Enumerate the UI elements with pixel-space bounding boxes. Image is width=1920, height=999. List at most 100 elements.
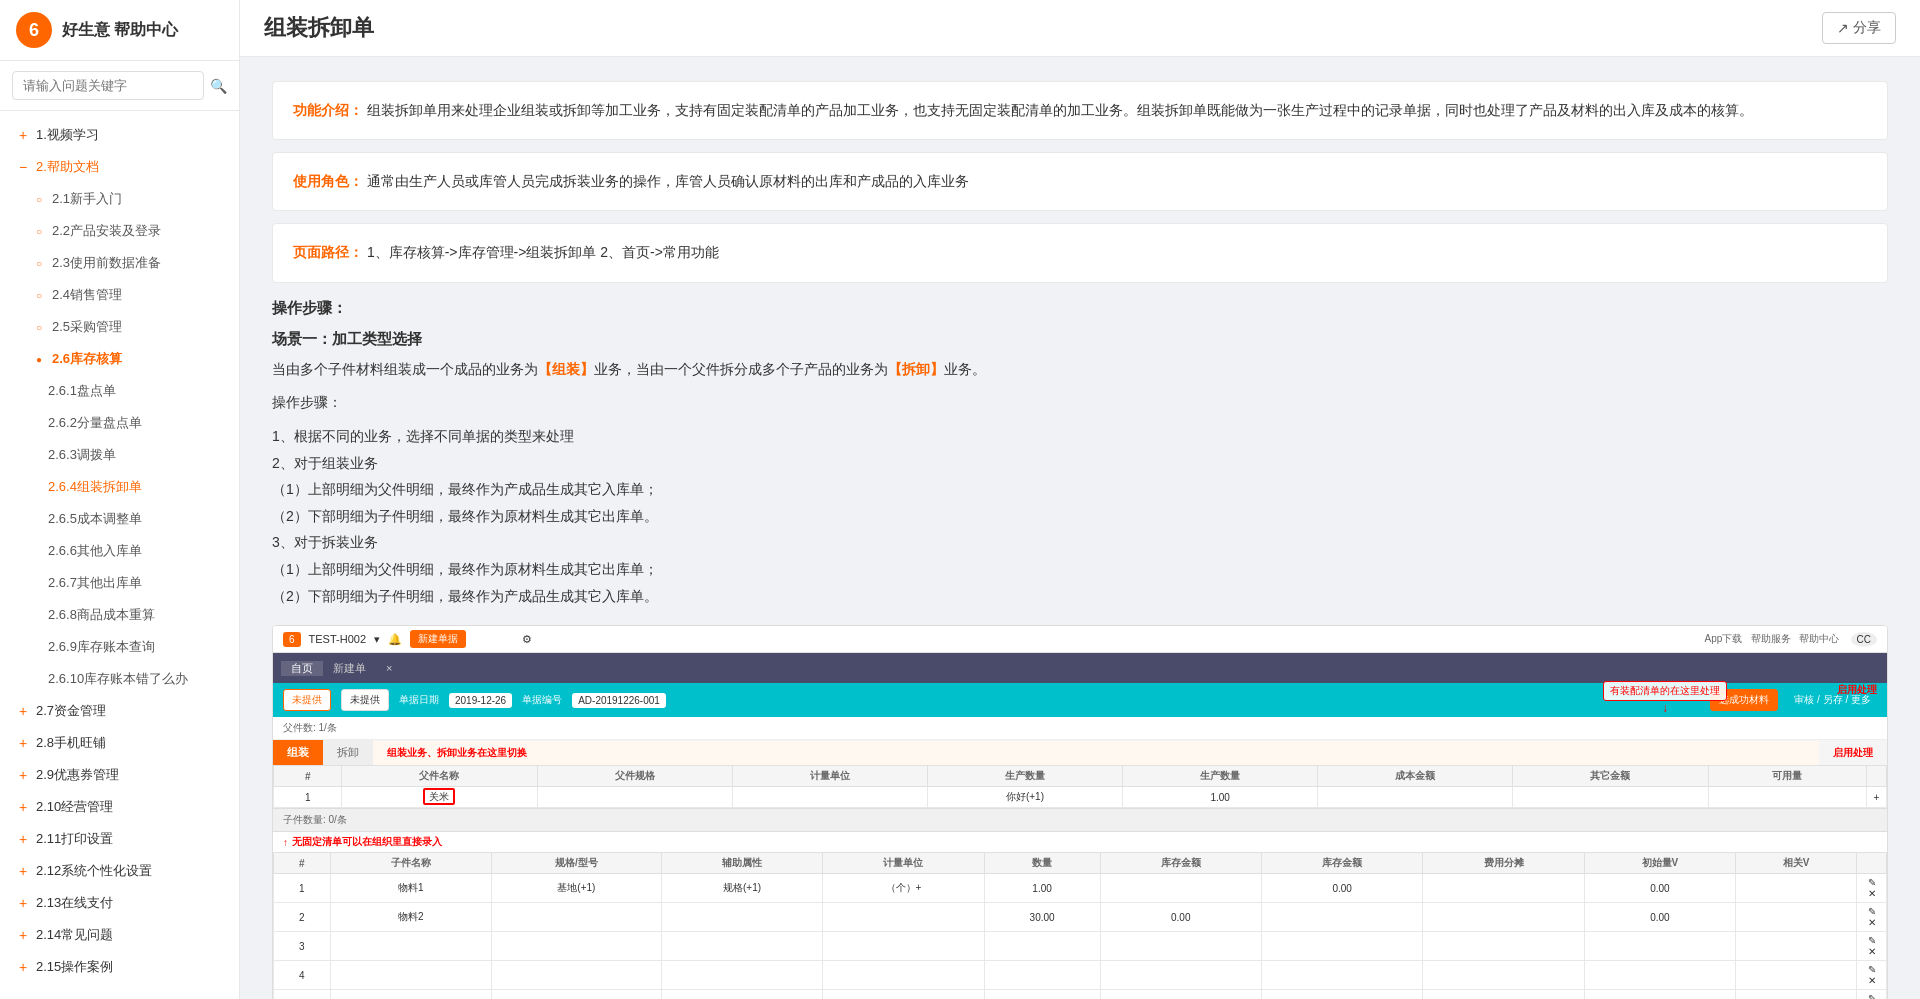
- plus-icon: [16, 896, 30, 910]
- app-titlebar-right: App下载 帮助服务 帮助中心 CC: [1705, 632, 1877, 647]
- sidebar-item-ops[interactable]: 2.10经营管理: [0, 791, 239, 823]
- cell-action[interactable]: +: [1867, 787, 1887, 808]
- col-cost-amount: 成本金额: [1318, 766, 1513, 787]
- app-id: TEST-H002: [309, 633, 366, 645]
- search-box: 🔍: [0, 61, 239, 111]
- search-icon[interactable]: 🔍: [210, 78, 227, 94]
- sidebar-item-transfer[interactable]: 2.6.3调拨单: [0, 439, 239, 471]
- scenario1-title: 场景一：加工类型选择: [272, 330, 1888, 349]
- app-tab-assemble[interactable]: 组装: [273, 740, 323, 765]
- sidebar-item-error[interactable]: 2.6.10库存账本错了么办: [0, 663, 239, 695]
- app-btn-undefined1[interactable]: 未提供: [283, 689, 331, 711]
- date-value: 2019-12-26: [449, 693, 512, 708]
- sidebar-item-faq[interactable]: 2.14常见问题: [0, 919, 239, 951]
- app-mock: 6 TEST-H002 ▾ 🔔 新建单据 ⚙ App下载 帮助服务 帮助中心 C…: [273, 626, 1887, 999]
- sidebar-item-coupon[interactable]: 2.9优惠券管理: [0, 759, 239, 791]
- app-lower-table-header: 子件数量: 0/条: [273, 808, 1887, 832]
- minus-icon: [16, 160, 30, 174]
- sidebar-item-cases[interactable]: 2.15操作案例: [0, 951, 239, 983]
- sidebar-item-out-other[interactable]: 2.6.7其他出库单: [0, 567, 239, 599]
- sidebar-item-newbie[interactable]: 2.1新手入门: [0, 183, 239, 215]
- annotation-no-bom: ↑ 无固定清单可以在组织里直接录入: [273, 832, 1887, 852]
- app-tab-disassemble[interactable]: 拆卸: [323, 740, 373, 765]
- date-label: 单据日期: [399, 693, 439, 707]
- annotation-text-2: 启用处理: [1837, 683, 1877, 697]
- app-btn-undefined2[interactable]: 未提供: [341, 689, 389, 711]
- app-navbar: 自页 新建单 ×: [273, 653, 1887, 683]
- sidebar-item-portion[interactable]: 2.6.2分量盘点单: [0, 407, 239, 439]
- dot-icon: [32, 288, 46, 302]
- search-input[interactable]: [12, 71, 204, 100]
- sidebar-item-assemble[interactable]: 2.6.4组装拆卸单: [0, 471, 239, 503]
- sidebar-item-online-pay[interactable]: 2.13在线支付: [0, 887, 239, 919]
- table-row: 1 关米 你好(+1) 1.00: [274, 787, 1887, 808]
- col2-sub-name: 子件名称: [330, 853, 491, 874]
- col2-spec: 规格/型号: [491, 853, 661, 874]
- plus-icon: [16, 128, 30, 142]
- app-lower-table-container: # 子件名称 规格/型号 辅助属性 计量单位 数量 库存金额 库存金额 费用分摊…: [273, 852, 1887, 999]
- table-row: 5✎ ✕: [274, 990, 1887, 999]
- sidebar-item-capital[interactable]: 2.7资金管理: [0, 695, 239, 727]
- sidebar-item-inventory[interactable]: 2.6库存核算: [0, 343, 239, 375]
- sidebar-item-check[interactable]: 2.6.1盘点单: [0, 375, 239, 407]
- dot-icon: [32, 320, 46, 334]
- dot-icon: [32, 192, 46, 206]
- cell-num: 1: [274, 787, 342, 808]
- col-other-amount: 其它金额: [1513, 766, 1708, 787]
- col-produce-qty2: 生产数量: [1123, 766, 1318, 787]
- doc-label: 单据编号: [522, 693, 562, 707]
- sidebar-item-in-other[interactable]: 2.6.6其他入库单: [0, 535, 239, 567]
- col-parent-spec: 父件规格: [537, 766, 732, 787]
- cell-cost: [1318, 787, 1513, 808]
- plus-icon: [16, 736, 30, 750]
- share-icon: ↗: [1837, 20, 1849, 36]
- role-label: 使用角色：: [293, 173, 363, 189]
- cell-qty1: 你好(+1): [927, 787, 1122, 808]
- sidebar-item-cost[interactable]: 2.6.5成本调整单: [0, 503, 239, 535]
- annotation-enable-2: 启用处理: [1819, 741, 1887, 765]
- sidebar-item-cost-calc[interactable]: 2.6.8商品成本重算: [0, 599, 239, 631]
- sidebar-item-purchase[interactable]: 2.5采购管理: [0, 311, 239, 343]
- col2-init: 初始量V: [1584, 853, 1735, 874]
- app-settings-icon: ⚙: [522, 633, 532, 646]
- app-bell-icon: 🔔: [388, 633, 402, 646]
- site-title: 好生意 帮助中心: [62, 20, 178, 41]
- steps-title: 操作步骤：: [272, 299, 1888, 318]
- sidebar-item-install[interactable]: 2.2产品安装及登录: [0, 215, 239, 247]
- cell-spec: [537, 787, 732, 808]
- sidebar-item-personalize[interactable]: 2.12系统个性化设置: [0, 855, 239, 887]
- app-upper-table-container: # 父件名称 父件规格 计量单位 生产数量 生产数量 成本金额 其它金额 可用量: [273, 765, 1887, 808]
- app-lower-table: # 子件名称 规格/型号 辅助属性 计量单位 数量 库存金额 库存金额 费用分摊…: [273, 852, 1887, 999]
- steps-list: 1、根据不同的业务，选择不同单据的类型来处理 2、对于组装业务 （1）上部明细为…: [272, 423, 1888, 609]
- intro-label: 功能介绍：: [293, 102, 363, 118]
- app-doc-header: 未提供 未提供 单据日期 2019-12-26 单据编号 AD-20191226…: [273, 683, 1887, 717]
- col-actions: [1867, 766, 1887, 787]
- plus-icon: [16, 928, 30, 942]
- intro-block: 功能介绍： 组装拆卸单用来处理企业组装或拆卸等加工业务，支持有固定装配清单的产品…: [272, 81, 1888, 140]
- app-titlebar: 6 TEST-H002 ▾ 🔔 新建单据 ⚙ App下载 帮助服务 帮助中心 C…: [273, 626, 1887, 653]
- sidebar-item-sales[interactable]: 2.4销售管理: [0, 279, 239, 311]
- col2-actions: [1857, 853, 1887, 874]
- sidebar-item-mobile[interactable]: 2.8手机旺铺: [0, 727, 239, 759]
- col-unit: 计量单位: [732, 766, 927, 787]
- share-button[interactable]: ↗ 分享: [1822, 12, 1896, 44]
- sidebar-item-stock-check[interactable]: 2.6.9库存账本查询: [0, 631, 239, 663]
- app-dropdown-icon: ▾: [374, 633, 380, 646]
- plus-icon: [16, 832, 30, 846]
- sidebar-item-print[interactable]: 2.11打印设置: [0, 823, 239, 855]
- cell-qty2: 1.00: [1123, 787, 1318, 808]
- app-nav-close-icon[interactable]: ×: [376, 662, 402, 674]
- app-new-doc-btn[interactable]: 新建单据: [410, 630, 466, 648]
- col2-stock-amt2: 库存金额: [1261, 853, 1422, 874]
- app-nav-new[interactable]: 新建单: [323, 661, 376, 676]
- path-label: 页面路径：: [293, 244, 363, 260]
- sidebar-item-docs[interactable]: 2.帮助文档: [0, 151, 239, 183]
- arrow-annotation: ↑: [283, 837, 288, 848]
- plus-icon: [16, 960, 30, 974]
- app-titlebar-left: 6 TEST-H002 ▾ 🔔 新建单据 ⚙: [283, 630, 532, 648]
- app-nav-home[interactable]: 自页: [281, 661, 323, 676]
- app-logo: 6: [283, 632, 301, 647]
- col2-qty: 数量: [984, 853, 1100, 874]
- sidebar-item-prepare[interactable]: 2.3使用前数据准备: [0, 247, 239, 279]
- sidebar-item-video[interactable]: 1.视频学习: [0, 119, 239, 151]
